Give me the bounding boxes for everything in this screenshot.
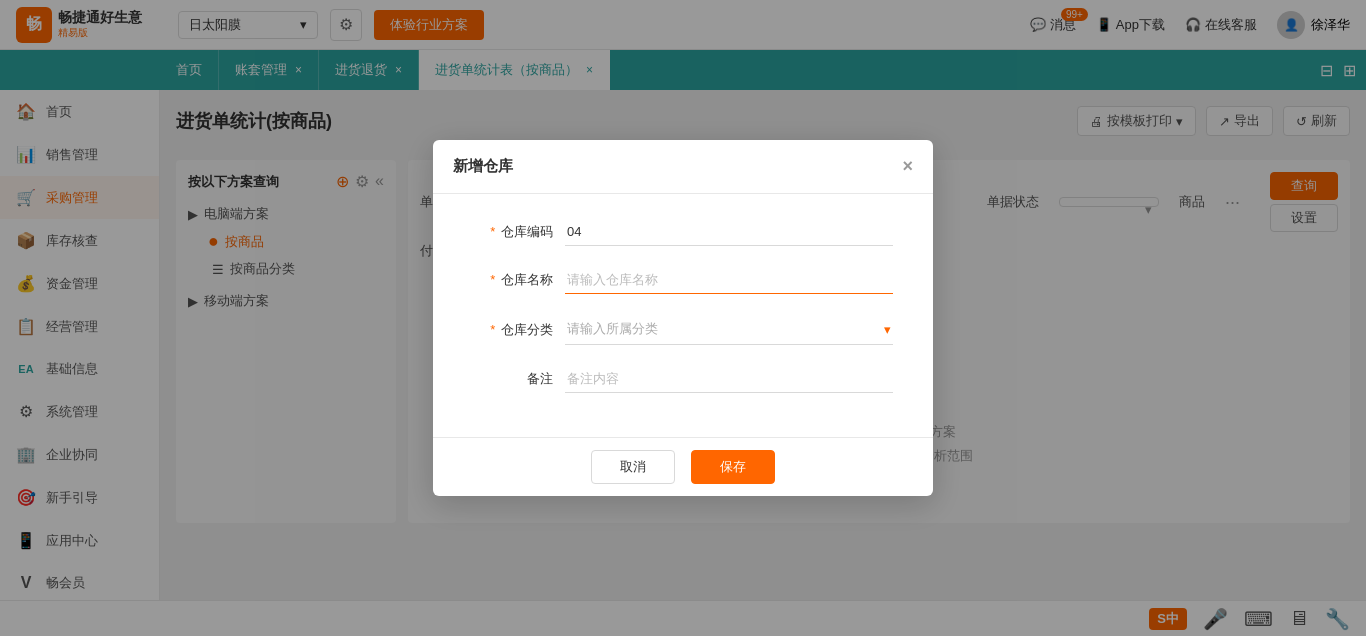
dialog-overlay: 新增仓库 × * 仓库编码 * 仓库名称: [0, 0, 1366, 636]
category-required-marker: *: [490, 322, 495, 337]
category-label: * 仓库分类: [473, 321, 553, 339]
save-button[interactable]: 保存: [691, 450, 775, 484]
warehouse-name-input[interactable]: [565, 266, 893, 294]
cancel-button[interactable]: 取消: [591, 450, 675, 484]
form-row-category: * 仓库分类 请输入所属分类 ▾: [473, 314, 893, 345]
code-required-marker: *: [490, 224, 495, 239]
name-required-marker: *: [490, 272, 495, 287]
form-row-name: * 仓库名称: [473, 266, 893, 294]
remark-input[interactable]: [565, 365, 893, 393]
dialog-footer: 取消 保存: [433, 437, 933, 496]
dialog-body: * 仓库编码 * 仓库名称 * 仓库分类 请输入所属: [433, 194, 933, 437]
form-row-code: * 仓库编码: [473, 218, 893, 246]
category-chevron-icon: ▾: [884, 322, 891, 337]
form-row-remark: 备注: [473, 365, 893, 393]
name-label: * 仓库名称: [473, 271, 553, 289]
dialog-title: 新增仓库: [453, 157, 513, 176]
warehouse-code-input[interactable]: [565, 218, 893, 246]
category-select[interactable]: 请输入所属分类 ▾: [565, 314, 893, 345]
dialog-close-button[interactable]: ×: [902, 156, 913, 177]
dialog-header: 新增仓库 ×: [433, 140, 933, 194]
new-warehouse-dialog: 新增仓库 × * 仓库编码 * 仓库名称: [433, 140, 933, 496]
category-placeholder: 请输入所属分类: [567, 320, 658, 338]
code-label: * 仓库编码: [473, 223, 553, 241]
remark-label: 备注: [473, 370, 553, 388]
